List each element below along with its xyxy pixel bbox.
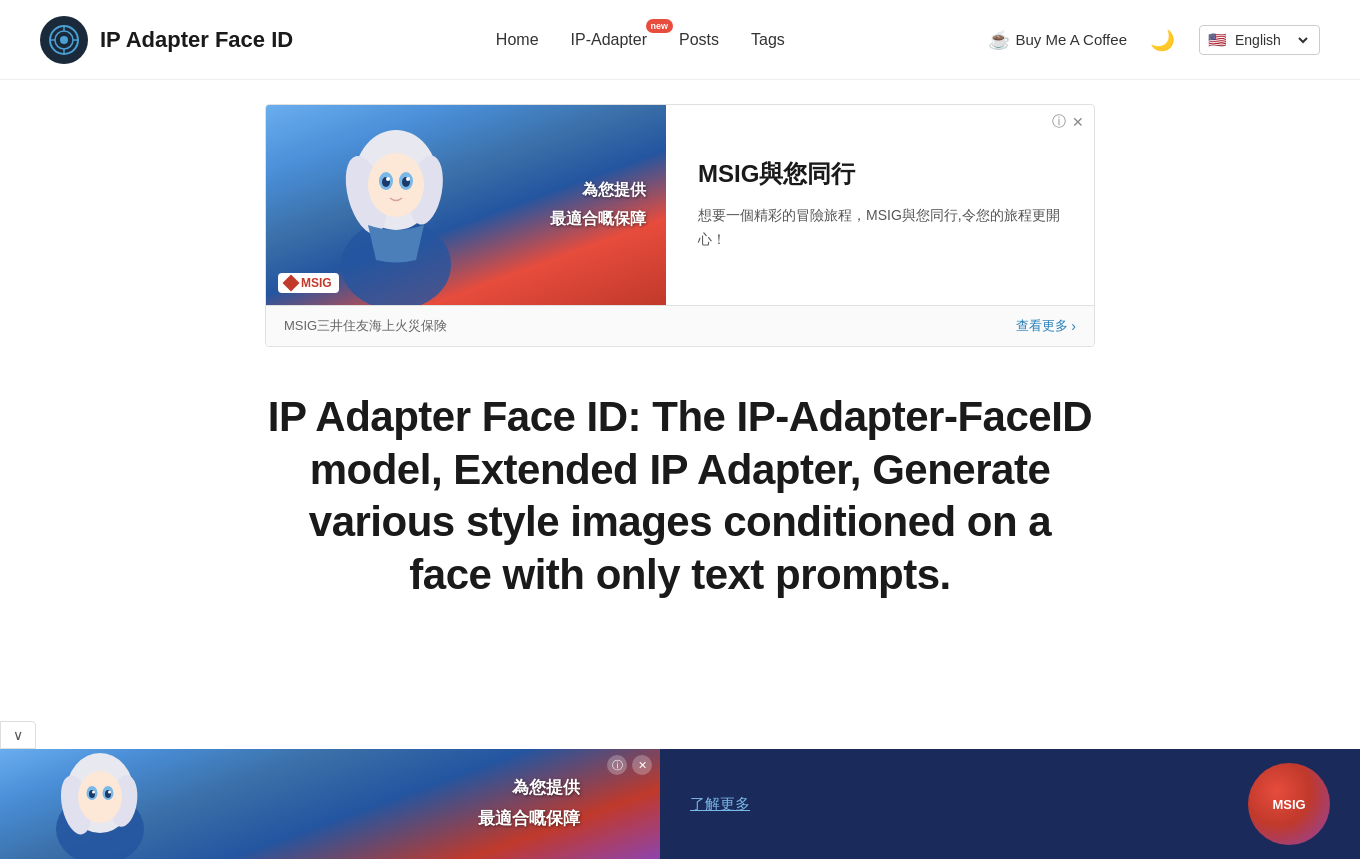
ad-image-section: 為您提供 最適合嘅保障 MSIG xyxy=(266,105,666,305)
coffee-icon: ☕ xyxy=(988,29,1010,51)
bottom-ad-controls: ⓘ ✕ xyxy=(607,755,652,771)
top-ad-banner: ⓘ ✕ xyxy=(265,104,1095,347)
ad-anime-bg: 為您提供 最適合嘅保障 MSIG xyxy=(266,105,666,305)
ad-image-overlay-text: 為您提供 最適合嘅保障 xyxy=(550,176,646,234)
svg-point-17 xyxy=(406,177,410,181)
ad-description: 想要一個精彩的冒險旅程，MSIG與您同行,令您的旅程更開心！ xyxy=(698,204,1062,252)
nav-ip-adapter-wrapper: IP-Adapter new xyxy=(571,31,647,49)
ad-footer-text: MSIG三井住友海上火災保険 xyxy=(284,317,447,335)
language-dropdown[interactable]: English 中文 日本語 한국어 xyxy=(1231,31,1311,49)
nav-tags[interactable]: Tags xyxy=(751,31,785,49)
ad-controls: ⓘ ✕ xyxy=(1052,113,1084,131)
nav-posts[interactable]: Posts xyxy=(679,31,719,49)
nav-home[interactable]: Home xyxy=(496,31,539,49)
new-badge: new xyxy=(646,19,674,33)
article-heading: IP Adapter Face ID: The IP-Adapter-FaceI… xyxy=(265,391,1095,601)
bottom-ad-info-button[interactable]: ⓘ xyxy=(607,755,627,771)
brand-logo xyxy=(40,16,88,64)
moon-icon: 🌙 xyxy=(1150,28,1175,52)
expand-bottom-button[interactable]: ∨ xyxy=(0,721,36,749)
language-selector: 🇺🇸 English 中文 日本語 한국어 xyxy=(1199,25,1320,55)
ad-more-label: 查看更多 xyxy=(1016,317,1068,335)
bottom-ad-close-button[interactable]: ✕ xyxy=(632,755,652,771)
ad-close-button[interactable]: ✕ xyxy=(1072,114,1084,130)
nav-links: Home IP-Adapter new Posts Tags xyxy=(496,31,785,49)
ad-content-section: MSIG與您同行 想要一個精彩的冒險旅程，MSIG與您同行,令您的旅程更開心！ xyxy=(666,105,1094,305)
bottom-msig-badge: MSIG xyxy=(1248,763,1330,771)
ad-more-arrow-icon: › xyxy=(1071,318,1076,334)
bottom-ad-image: 為您提供 最適合嘅保障 ⓘ ✕ xyxy=(0,749,660,771)
brand-link[interactable]: IP Adapter Face ID xyxy=(40,16,293,64)
ad-info-button[interactable]: ⓘ xyxy=(1052,113,1066,131)
buy-coffee-label: Buy Me A Coffee xyxy=(1016,31,1127,48)
nav-ip-adapter[interactable]: IP-Adapter xyxy=(571,31,647,48)
svg-point-19 xyxy=(66,753,134,771)
msig-label: MSIG xyxy=(301,276,332,290)
dark-mode-button[interactable]: 🌙 xyxy=(1145,22,1181,58)
svg-point-2 xyxy=(60,36,68,44)
bottom-ad-right: 了解更多 MSIG xyxy=(660,749,1360,771)
main-content: ⓘ ✕ xyxy=(245,80,1115,771)
logo-icon xyxy=(47,23,81,57)
buy-coffee-button[interactable]: ☕ Buy Me A Coffee xyxy=(988,29,1127,51)
navbar-right: ☕ Buy Me A Coffee 🌙 🇺🇸 English 中文 日本語 한국… xyxy=(988,22,1320,58)
brand-title: IP Adapter Face ID xyxy=(100,27,293,53)
navbar: IP Adapter Face ID Home IP-Adapter new P… xyxy=(0,0,1360,80)
bottom-anime-character xyxy=(20,749,180,771)
ad-more-link[interactable]: 查看更多 › xyxy=(1016,317,1076,335)
svg-point-16 xyxy=(386,177,390,181)
flag-icon: 🇺🇸 xyxy=(1208,31,1227,49)
msig-logo: MSIG xyxy=(278,273,339,293)
ad-banner-inner: 為您提供 最適合嘅保障 MSIG MSIG與您同行 想要一個精彩的冒險旅程，MS… xyxy=(266,105,1094,305)
svg-point-11 xyxy=(368,153,424,217)
ad-footer: MSIG三井住友海上火災保険 查看更多 › xyxy=(266,305,1094,346)
ad-title: MSIG與您同行 xyxy=(698,158,1062,190)
bottom-ad-banner: 為您提供 最適合嘅保障 ⓘ ✕ 了解更多 MSIG xyxy=(0,749,1360,771)
